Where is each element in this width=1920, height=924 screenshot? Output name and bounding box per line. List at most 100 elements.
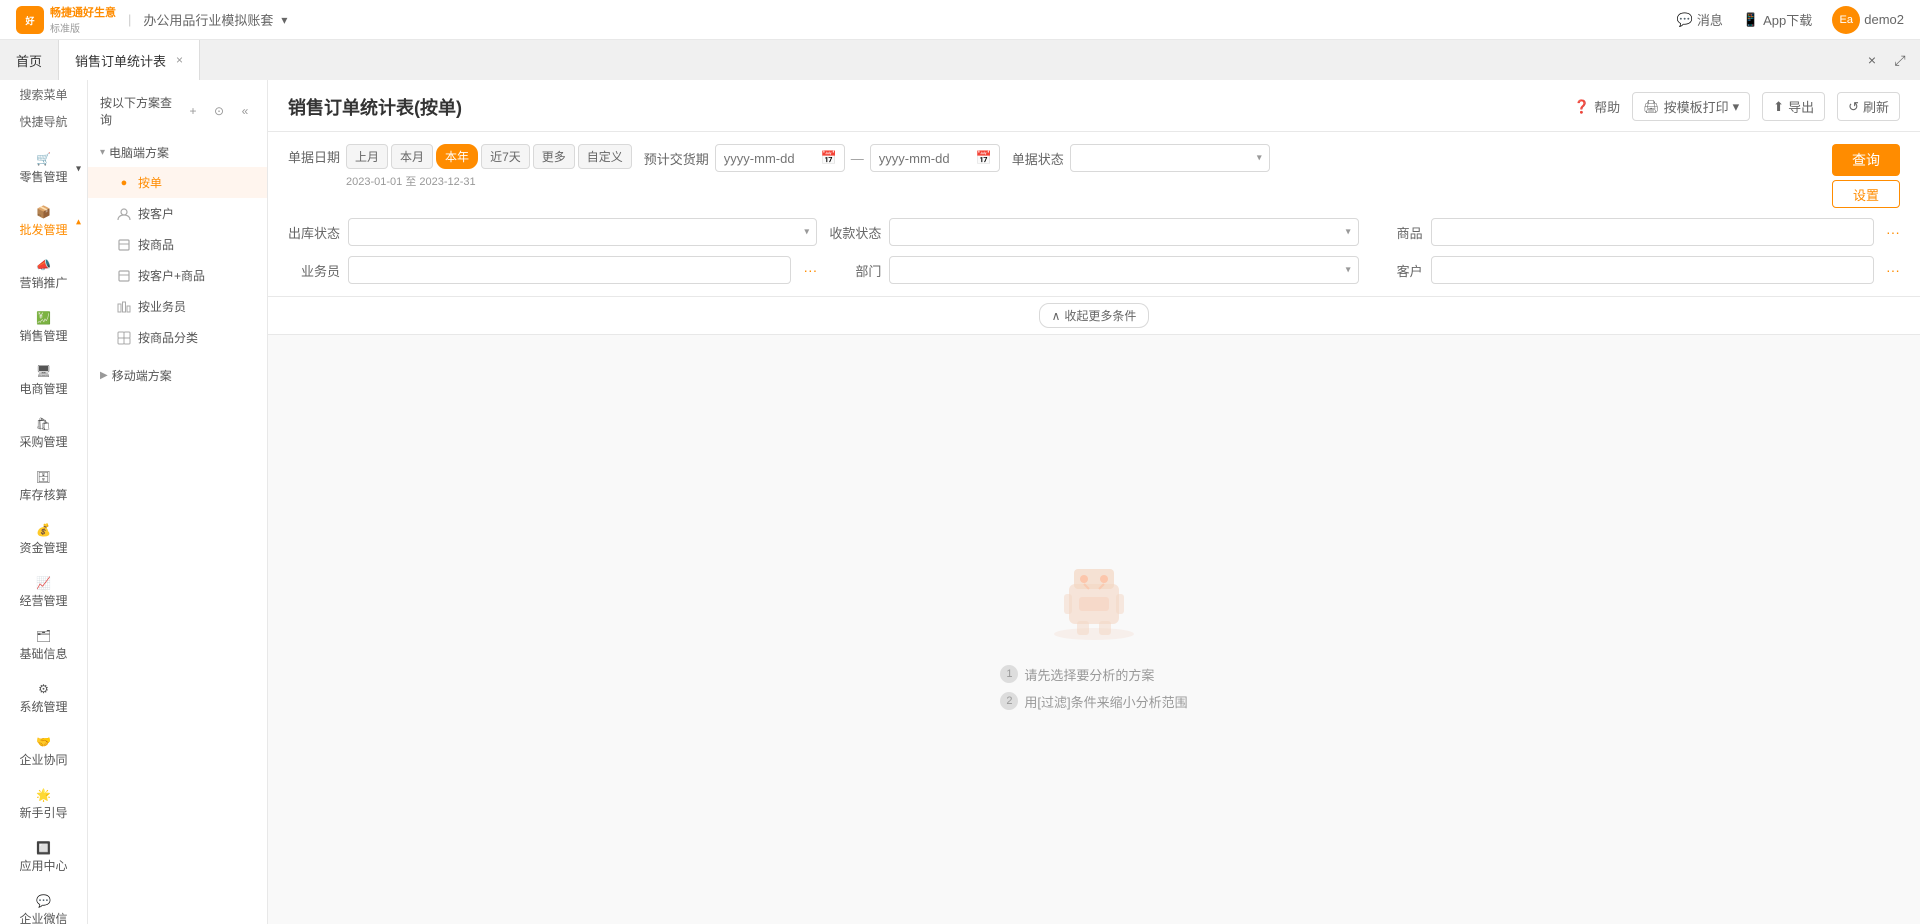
empty-tips: 1 请先选择要分析的方案 2 用[过滤]条件来缩小分析范围 [1000, 665, 1187, 711]
scheme-by-category[interactable]: 按商品分类 [88, 322, 267, 353]
empty-illustration [1034, 549, 1154, 649]
collapse-filters-btn[interactable]: ∧ 收起更多条件 [1039, 303, 1150, 328]
sidebar-quick-nav[interactable]: 快捷导航 [0, 109, 87, 134]
help-btn[interactable]: ❓ 帮助 [1574, 97, 1620, 116]
page-header: 销售订单统计表(按单) ❓ 帮助 🖨 按模板打印 ▾ ⬆ 导出 ↺ 刷新 [268, 80, 1920, 132]
left-panel-icons: + ⊙ « [183, 101, 255, 121]
date-btn-this-year[interactable]: 本年 [436, 144, 478, 169]
scheme-by-customer-goods[interactable]: 按客户+商品 [88, 260, 267, 291]
tip-num-2: 2 [1000, 692, 1018, 710]
tab-sales-order-stats[interactable]: 销售订单统计表 × [59, 40, 200, 80]
sidebar-item-operations[interactable]: 📈 经营管理 [0, 566, 87, 619]
sidebar-item-system[interactable]: ⚙ 系统管理 [0, 672, 87, 725]
date-btn-7days[interactable]: 近7天 [481, 144, 530, 169]
sidebar-item-sales[interactable]: 💹 销售管理 [0, 301, 87, 354]
empty-tip-1: 1 请先选择要分析的方案 [1000, 665, 1187, 684]
sidebar-item-purchase[interactable]: 🛍 采购管理 [0, 407, 87, 460]
user-avatar-area[interactable]: Ea demo2 [1832, 6, 1904, 34]
collapse-panel-btn[interactable]: « [235, 101, 255, 121]
goods-label: 商品 [1371, 223, 1423, 242]
sidebar-item-newbie[interactable]: 🌟 新手引导 [0, 778, 87, 831]
expected-date-field: 预计交货期 📅 — 📅 [644, 144, 1000, 172]
goods-input[interactable] [1431, 218, 1874, 246]
doc-status-label: 单据状态 [1012, 149, 1064, 168]
scheme-settings-btn[interactable]: ⊙ [209, 101, 229, 121]
customer-goods-icon [116, 268, 132, 284]
sidebar-item-wholesale[interactable]: 📦 批发管理 ▴ [0, 195, 87, 248]
department-select[interactable] [889, 256, 1358, 284]
expected-date-label: 预计交货期 [644, 149, 709, 168]
empty-tip-2: 2 用[过滤]条件来缩小分析范围 [1000, 692, 1187, 711]
date-btn-custom[interactable]: 自定义 [578, 144, 632, 169]
scheme-by-salesperson[interactable]: 按业务员 [88, 291, 267, 322]
logo-text: 畅捷通好生意 标准版 [50, 4, 116, 35]
customer-input[interactable] [1431, 256, 1874, 284]
logo-icon: 好 [16, 6, 44, 34]
industry-dropdown[interactable]: ▾ [281, 13, 287, 27]
mobile-scheme-group-header[interactable]: ▶ 移动端方案 [88, 361, 267, 390]
date-label: 单据日期 [288, 147, 340, 166]
sidebar-item-enterprise[interactable]: 🤝 企业协同 [0, 725, 87, 778]
app-download-btn[interactable]: 📱 App下载 [1743, 10, 1812, 29]
left-panel-header: 按以下方案查询 + ⊙ « [88, 88, 267, 134]
customer-scheme-icon [116, 206, 132, 222]
salesperson-more-btn[interactable]: ··· [803, 262, 817, 278]
payment-status-label: 收款状态 [829, 223, 881, 242]
scheme-by-goods[interactable]: 按商品 [88, 229, 267, 260]
salesperson-input[interactable] [348, 256, 791, 284]
customer-label: 客户 [1371, 261, 1423, 280]
avatar: Ea [1832, 6, 1860, 34]
page-header-actions: ❓ 帮助 🖨 按模板打印 ▾ ⬆ 导出 ↺ 刷新 [1574, 92, 1900, 121]
tab-home[interactable]: 首页 [0, 40, 59, 80]
department-field: 部门 ▾ [829, 256, 1358, 284]
tab-close-icon[interactable]: × [176, 53, 183, 67]
collapse-bar: ∧ 收起更多条件 [268, 297, 1920, 335]
calendar-end-icon: 📅 [976, 150, 992, 166]
date-btn-more[interactable]: 更多 [533, 144, 575, 169]
sidebar-item-finance[interactable]: 💰 资金管理 [0, 513, 87, 566]
collapse-icon: ∧ [1052, 309, 1061, 323]
sidebar-item-wechat[interactable]: 💬 企业微信 [0, 884, 87, 924]
export-btn[interactable]: ⬆ 导出 [1762, 92, 1825, 121]
export-icon: ⬆ [1773, 99, 1784, 115]
triangle-down-icon: ▾ [100, 147, 105, 158]
top-bar-right: 💬 消息 📱 App下载 Ea demo2 [1677, 6, 1904, 34]
doc-status-select[interactable] [1070, 144, 1270, 172]
page-title: 销售订单统计表(按单) [288, 94, 462, 120]
template-print-btn[interactable]: 🖨 按模板打印 ▾ [1632, 92, 1750, 121]
salesperson-scheme-icon [116, 299, 132, 315]
sidebar-item-basic[interactable]: 🗂 基础信息 [0, 619, 87, 672]
pc-scheme-group-header[interactable]: ▾ 电脑端方案 [88, 138, 267, 167]
order-icon: ● [116, 175, 132, 191]
tab-bar-controls: × ⤢ [1860, 48, 1920, 72]
query-btn[interactable]: 查询 [1832, 144, 1900, 176]
sidebar-search[interactable]: 搜索菜单 [0, 80, 87, 109]
date-range-text: 2023-01-01 至 2023-12-31 [346, 176, 476, 188]
sidebar-item-ecommerce[interactable]: 🖥 电商管理 [0, 354, 87, 407]
out-status-select[interactable] [348, 218, 817, 246]
scheme-by-customer[interactable]: 按客户 [88, 198, 267, 229]
out-status-field: 出库状态 ▾ [288, 218, 817, 246]
customer-field: 客户 ··· [1371, 256, 1900, 284]
sidebar-item-retail[interactable]: 🛒 零售管理 ▾ [0, 142, 87, 195]
print-dropdown-icon: ▾ [1733, 99, 1740, 115]
expected-date-end-wrapper: 📅 [870, 144, 1000, 172]
sidebar-item-marketing[interactable]: 📣 营销推广 [0, 248, 87, 301]
chevron-down-icon: ▾ [76, 163, 81, 174]
customer-more-btn[interactable]: ··· [1886, 262, 1900, 278]
message-icon: 💬 [1677, 12, 1693, 28]
refresh-btn[interactable]: ↺ 刷新 [1837, 92, 1900, 121]
scheme-by-order[interactable]: ● 按单 [88, 167, 267, 198]
window-maximize-btn[interactable]: ⤢ [1888, 48, 1912, 72]
sidebar-item-appstore[interactable]: 🔲 应用中心 [0, 831, 87, 884]
message-btn[interactable]: 💬 消息 [1677, 10, 1723, 29]
goods-more-btn[interactable]: ··· [1886, 224, 1900, 240]
window-close-btn[interactable]: × [1860, 48, 1884, 72]
date-btn-this-month[interactable]: 本月 [391, 144, 433, 169]
date-btn-last-month[interactable]: 上月 [346, 144, 388, 169]
settings-btn[interactable]: 设置 [1832, 180, 1900, 208]
expected-date-start-wrapper: 📅 [715, 144, 845, 172]
add-scheme-btn[interactable]: + [183, 101, 203, 121]
payment-status-select[interactable] [889, 218, 1358, 246]
sidebar-item-inventory[interactable]: 🗄 库存核算 [0, 460, 87, 513]
